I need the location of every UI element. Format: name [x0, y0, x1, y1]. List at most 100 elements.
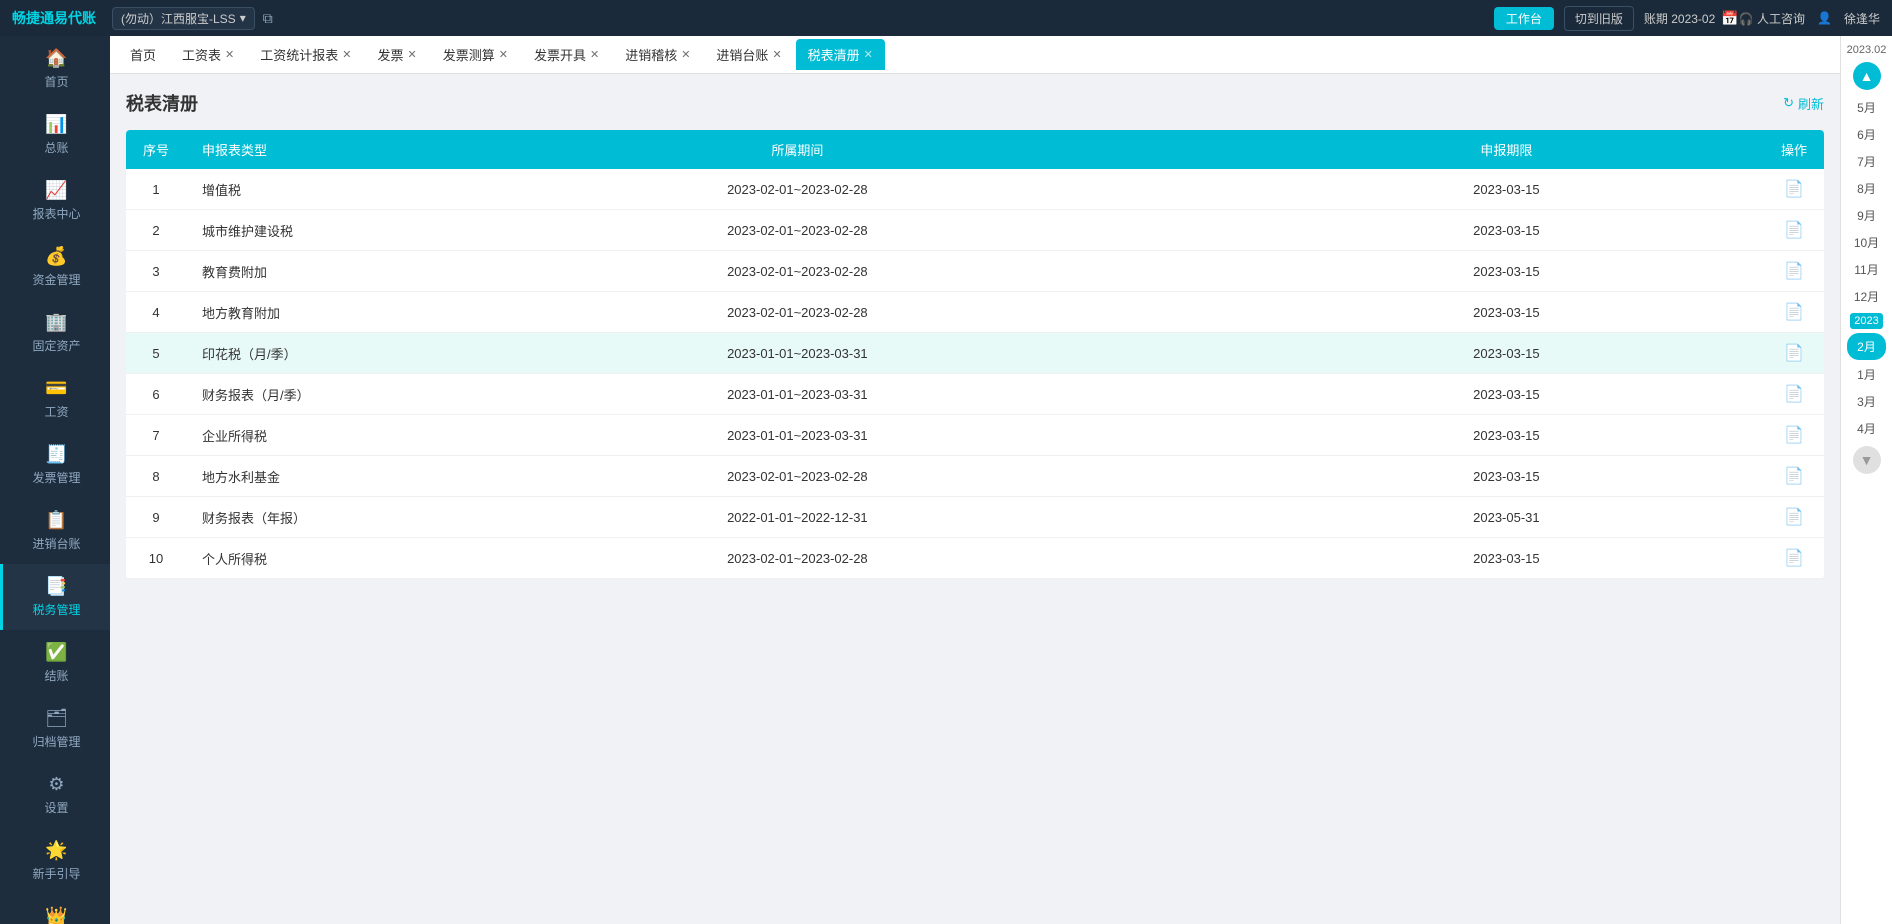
cell-action: 📄: [1764, 292, 1824, 333]
cell-action: 📄: [1764, 251, 1824, 292]
fund-icon: 💰: [45, 246, 67, 267]
nav-down-button[interactable]: ▼: [1853, 446, 1881, 474]
cell-deadline: 2023-03-15: [1249, 251, 1764, 292]
table-row: 6 财务报表（月/季） 2023-01-01~2023-03-31 2023-0…: [126, 374, 1824, 415]
calendar-icon[interactable]: 📅: [1721, 10, 1738, 27]
action-icon[interactable]: 📄: [1784, 386, 1804, 403]
tab-invoice_verify[interactable]: 发票测算✕: [431, 39, 520, 70]
tab-purchase_check[interactable]: 进销稽核✕: [613, 39, 702, 70]
month-item[interactable]: 6月: [1850, 121, 1883, 148]
sidebar-item-fund[interactable]: 💰资金管理: [0, 234, 110, 300]
tab-close-invoice_open[interactable]: ✕: [590, 48, 599, 61]
sidebar-item-label: 设置: [44, 799, 68, 816]
cell-action: 📄: [1764, 333, 1824, 374]
action-icon[interactable]: 📄: [1784, 181, 1804, 198]
tab-home[interactable]: 首页: [118, 39, 168, 70]
cell-deadline: 2023-03-15: [1249, 415, 1764, 456]
sidebar: 🏠首页📊总账📈报表中心💰资金管理🏢固定资产💳工资 🧾 发票管理 📋进销台账📑税务管理✅…: [0, 36, 110, 924]
tab-invoice[interactable]: 发票✕: [365, 39, 428, 70]
tab-tax_register[interactable]: 税表清册✕: [796, 39, 885, 70]
month-item[interactable]: 11月: [1850, 256, 1883, 283]
tab-purchase_ledger[interactable]: 进销台账✕: [704, 39, 793, 70]
headset-icon: 🎧: [1739, 12, 1754, 26]
sidebar-item-label: 税务管理: [32, 601, 80, 618]
sidebar-item-invoice[interactable]: 🧾 发票管理: [0, 432, 110, 498]
sidebar-item-ledger[interactable]: 📊总账: [0, 102, 110, 168]
sidebar-item-settings[interactable]: ⚙设置: [0, 762, 110, 828]
cell-no: 7: [126, 415, 186, 456]
sidebar-item-archive[interactable]: 🗂归档管理: [0, 696, 110, 762]
month-item[interactable]: 7月: [1850, 148, 1883, 175]
home-icon: 🏠: [45, 48, 67, 69]
sidebar-item-asset[interactable]: 🏢固定资产: [0, 300, 110, 366]
action-icon[interactable]: 📄: [1784, 427, 1804, 444]
human-consult[interactable]: 🎧 人工咨询: [1739, 10, 1805, 27]
page-title-row: 税表清册 ↻ 刷新: [126, 90, 1824, 116]
tab-bar: 首页工资表✕工资统计报表✕发票✕发票测算✕发票开具✕进销稽核✕进销台账✕税表清册…: [110, 36, 1840, 74]
action-icon[interactable]: 📄: [1784, 304, 1804, 321]
sidebar-item-tax[interactable]: 📑税务管理: [0, 564, 110, 630]
month-item[interactable]: 5月: [1850, 94, 1883, 121]
page-content: 税表清册 ↻ 刷新 序号 申报表类型 所属期间 申报期限 操作: [110, 74, 1840, 924]
table-row: 9 财务报表（年报） 2022-01-01~2022-12-31 2023-05…: [126, 497, 1824, 538]
tab-invoice_open[interactable]: 发票开具✕: [522, 39, 611, 70]
nav-up-button[interactable]: ▲: [1853, 62, 1881, 90]
sidebar-item-settlement[interactable]: ✅结账: [0, 630, 110, 696]
action-icon[interactable]: 📄: [1784, 509, 1804, 526]
tab-close-purchase_ledger[interactable]: ✕: [772, 48, 781, 61]
cell-action: 📄: [1764, 415, 1824, 456]
month-item[interactable]: 3月: [1853, 388, 1880, 415]
app-logo: 畅捷通易代账: [12, 8, 96, 28]
sidebar-item-label: 总账: [44, 139, 68, 156]
cell-type: 财务报表（月/季）: [186, 374, 346, 415]
sidebar-item-home[interactable]: 🏠首页: [0, 36, 110, 102]
asset-icon: 🏢: [45, 312, 67, 333]
sidebar-item-salary[interactable]: 💳工资: [0, 366, 110, 432]
month-item[interactable]: 12月: [1850, 283, 1883, 310]
refresh-button[interactable]: ↻ 刷新: [1783, 94, 1824, 113]
month-item[interactable]: 9月: [1850, 202, 1883, 229]
cell-deadline: 2023-03-15: [1249, 333, 1764, 374]
sidebar-item-guide[interactable]: 🌟新手引导: [0, 828, 110, 894]
cell-period: 2023-01-01~2023-03-31: [346, 415, 1249, 456]
month-item[interactable]: 8月: [1850, 175, 1883, 202]
action-icon[interactable]: 📄: [1784, 345, 1804, 362]
tab-salary_report[interactable]: 工资统计报表✕: [248, 39, 363, 70]
sidebar-item-label: 发票管理: [32, 469, 80, 486]
sidebar-item-member[interactable]: 👑畅会员: [0, 894, 110, 924]
col-no: 序号: [126, 130, 186, 169]
action-icon[interactable]: 📄: [1784, 263, 1804, 280]
cell-period: 2023-01-01~2023-03-31: [346, 333, 1249, 374]
workbench-button[interactable]: 工作台: [1494, 7, 1554, 30]
sidebar-item-report[interactable]: 📈报表中心: [0, 168, 110, 234]
tab-close-purchase_check[interactable]: ✕: [681, 48, 690, 61]
company-selector[interactable]: (勿动）江西服宝-LSS ▾: [112, 7, 255, 30]
cell-action: 📄: [1764, 169, 1824, 210]
switch-old-button[interactable]: 切到旧版: [1564, 6, 1634, 31]
sidebar-item-label: 结账: [44, 667, 68, 684]
cell-period: 2023-02-01~2023-02-28: [346, 292, 1249, 333]
month-item[interactable]: 10月: [1850, 229, 1883, 256]
month-item[interactable]: 4月: [1853, 415, 1880, 442]
cell-deadline: 2023-03-15: [1249, 456, 1764, 497]
sidebar-item-label: 归档管理: [32, 733, 80, 750]
cell-action: 📄: [1764, 538, 1824, 579]
sidebar-item-purchase[interactable]: 📋进销台账: [0, 498, 110, 564]
chevron-down-icon: ▾: [240, 11, 246, 25]
tab-salary[interactable]: 工资表✕: [170, 39, 246, 70]
action-icon[interactable]: 📄: [1784, 222, 1804, 239]
tab-close-tax_register[interactable]: ✕: [864, 48, 873, 61]
tab-close-salary[interactable]: ✕: [225, 48, 234, 61]
action-icon[interactable]: 📄: [1784, 550, 1804, 567]
tab-close-invoice_verify[interactable]: ✕: [499, 48, 508, 61]
active-month-item[interactable]: 2月: [1847, 333, 1886, 360]
cell-type: 财务报表（年报）: [186, 497, 346, 538]
sidebar-item-label: 报表中心: [32, 205, 80, 222]
tab-close-salary_report[interactable]: ✕: [342, 48, 351, 61]
table-row: 2 城市维护建设税 2023-02-01~2023-02-28 2023-03-…: [126, 210, 1824, 251]
salary-icon: 💳: [45, 378, 67, 399]
month-item[interactable]: 1月: [1853, 361, 1880, 388]
tab-close-invoice[interactable]: ✕: [408, 48, 417, 61]
action-icon[interactable]: 📄: [1784, 468, 1804, 485]
invoice-icon: 🧾: [45, 444, 67, 465]
